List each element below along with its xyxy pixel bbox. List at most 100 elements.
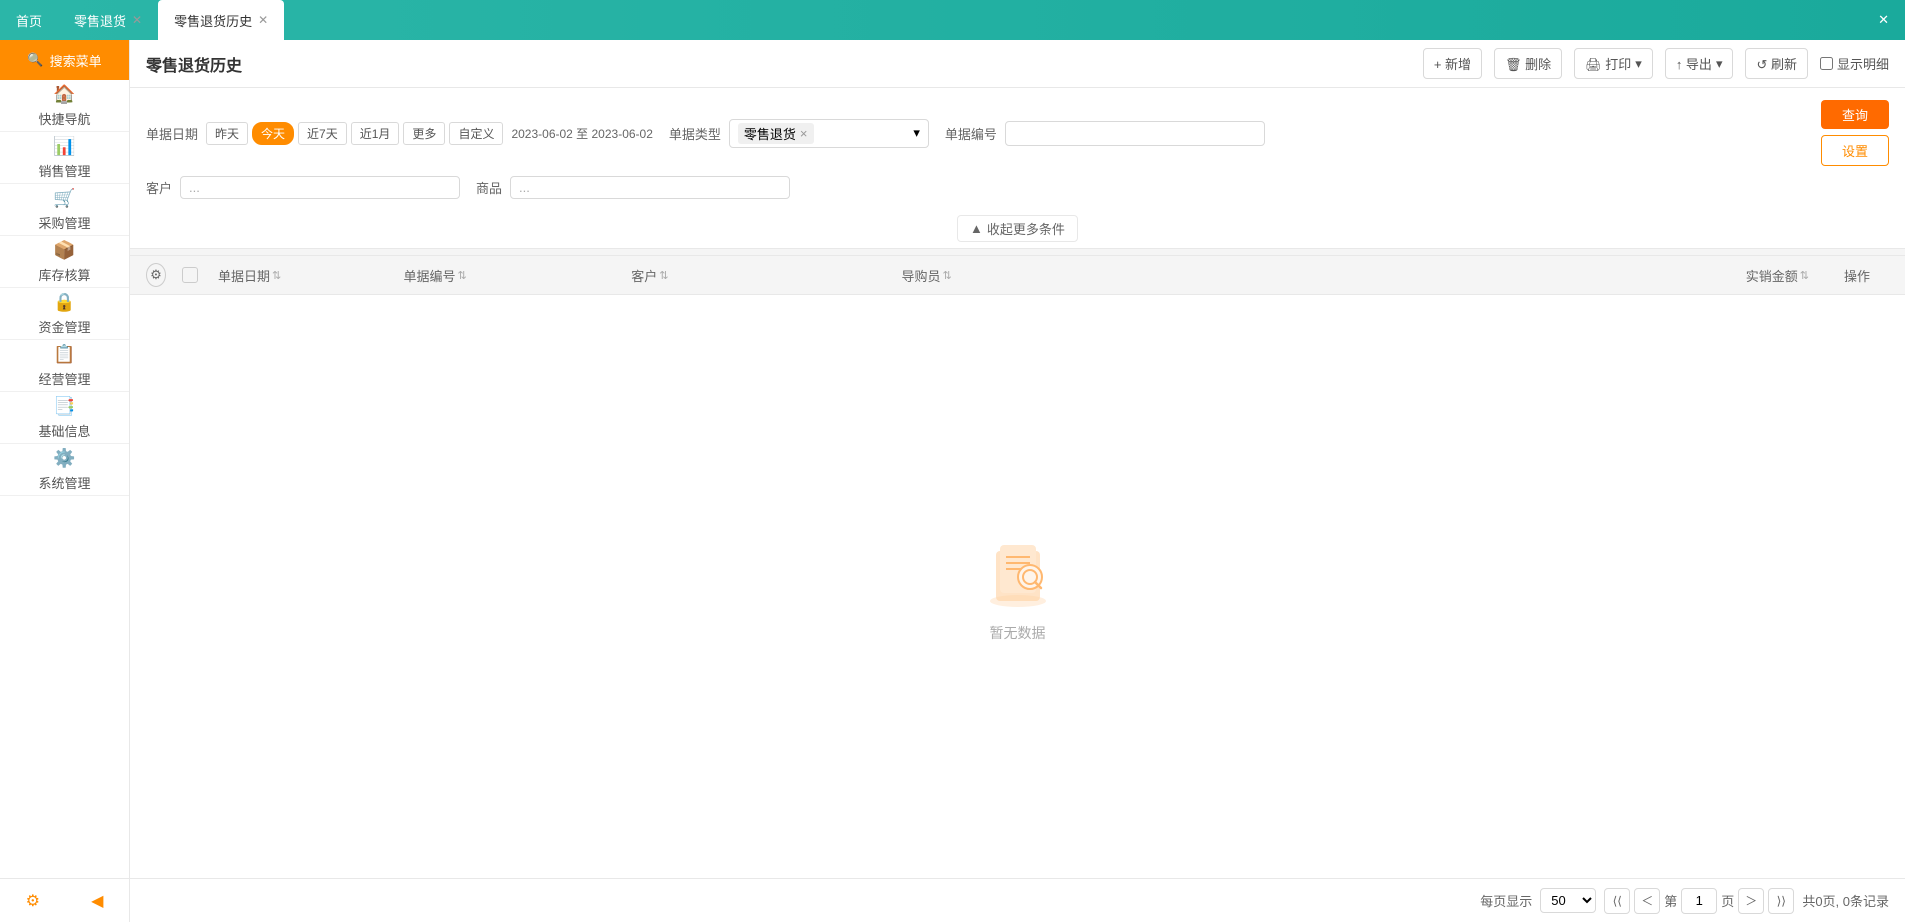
window-close[interactable]: ✕ — [1878, 12, 1905, 28]
query-settings-buttons: 查询 设置 — [1821, 100, 1889, 166]
sidebar-item-system[interactable]: ⚙️ 系统管理 — [0, 444, 129, 496]
page-title: 零售退货历史 — [146, 52, 1423, 76]
collapse-row: ▲ 收起更多条件 — [146, 209, 1889, 248]
sort-no-icon[interactable]: ⇅ — [457, 269, 466, 282]
tab-retail-return-close[interactable]: ✕ — [132, 13, 142, 27]
tab-retail-return-history[interactable]: 零售退货历史 ✕ — [158, 0, 284, 40]
th-no[interactable]: 单据编号 ⇅ — [395, 266, 623, 285]
filter-field-doc-type: 单据类型 零售退货 × ▾ — [669, 119, 929, 148]
purchase-icon: 🛒 — [53, 188, 75, 209]
collapse-icon: ▲ — [970, 221, 983, 236]
filter-row-1: 单据日期 昨天 今天 近7天 近1月 更多 自定义 2023-06-02 至 2… — [146, 100, 1889, 166]
query-button[interactable]: 查询 — [1821, 100, 1889, 129]
print-button[interactable]: 🖨 打印 ▾ — [1574, 48, 1653, 79]
doc-type-label: 单据类型 — [669, 124, 721, 143]
doc-type-select[interactable]: 零售退货 × ▾ — [729, 119, 929, 148]
refresh-button[interactable]: ↺ 刷新 — [1745, 48, 1808, 79]
sidebar-item-finance[interactable]: 🔒 资金管理 — [0, 288, 129, 340]
goods-ellipsis: ... — [519, 180, 530, 195]
sidebar-search-label: 搜索菜单 — [50, 51, 102, 70]
inventory-icon: 📦 — [53, 240, 75, 261]
new-button[interactable]: + 新增 — [1423, 48, 1482, 79]
page-total: 共0页, 0条记录 — [1802, 891, 1889, 910]
delete-button[interactable]: 🗑 删除 — [1494, 48, 1562, 79]
sort-date-icon[interactable]: ⇅ — [272, 269, 281, 282]
sidebar-item-purchase[interactable]: 🛒 采购管理 — [0, 184, 129, 236]
toolbar: + 新增 🗑 删除 🖨 打印 ▾ ↑ 导出 ▾ ↺ 刷新 显示明细 — [1423, 48, 1889, 79]
sidebar-item-operations[interactable]: 📋 经营管理 — [0, 340, 129, 392]
empty-illustration — [978, 531, 1058, 611]
th-date[interactable]: 单据日期 ⇅ — [210, 266, 395, 285]
prev-page-btn[interactable]: ＜ — [1634, 888, 1660, 914]
chevron-down-icon: ▾ — [913, 125, 920, 141]
filter-area: 单据日期 昨天 今天 近7天 近1月 更多 自定义 2023-06-02 至 2… — [130, 88, 1905, 249]
page-input[interactable]: 1 — [1681, 888, 1717, 914]
page-size-select[interactable]: 10 20 50 100 — [1540, 888, 1596, 913]
tab-home[interactable]: 首页 — [0, 0, 58, 40]
tab-retail-return[interactable]: 零售退货 ✕ — [58, 0, 158, 40]
tab-retail-return-history-close[interactable]: ✕ — [258, 13, 268, 27]
date-btn-7days[interactable]: 近7天 — [298, 122, 347, 145]
operations-icon: 📋 — [53, 344, 75, 365]
display-detail-check[interactable]: 显示明细 — [1820, 54, 1889, 73]
goods-select[interactable]: ... — [510, 176, 790, 199]
top-bar: 首页 零售退货 ✕ 零售退货历史 ✕ ✕ — [0, 0, 1905, 40]
sort-guide-icon[interactable]: ⇅ — [942, 269, 951, 282]
search-icon: 🔍 — [27, 52, 43, 68]
filter-field-date: 单据日期 昨天 今天 近7天 近1月 更多 自定义 2023-06-02 至 2… — [146, 122, 653, 145]
basic-info-icon: 📑 — [53, 396, 75, 417]
customer-label: 客户 — [146, 178, 172, 197]
table-header: ⚙ 单据日期 ⇅ 单据编号 ⇅ 客户 ⇅ 导购员 — [130, 255, 1905, 295]
gear-settings-btn[interactable]: ⚙ — [146, 263, 166, 287]
doc-type-tag-remove[interactable]: × — [800, 126, 808, 141]
page-label: 页 — [1721, 891, 1734, 910]
date-btn-1month[interactable]: 近1月 — [351, 122, 400, 145]
content-area: 零售退货历史 + 新增 🗑 删除 🖨 打印 ▾ ↑ 导出 ▾ ↺ 刷新 显示明细 — [130, 40, 1905, 922]
next-page-btn[interactable]: ＞ — [1738, 888, 1764, 914]
date-label: 单据日期 — [146, 124, 198, 143]
sort-amount-icon[interactable]: ⇅ — [1800, 269, 1809, 282]
date-btn-more[interactable]: 更多 — [403, 122, 445, 145]
th-amount[interactable]: 实销金额 ⇅ — [1660, 266, 1817, 285]
sidebar-item-inventory[interactable]: 📦 库存核算 — [0, 236, 129, 288]
display-detail-checkbox[interactable] — [1820, 57, 1833, 70]
export-button[interactable]: ↑ 导出 ▾ — [1665, 48, 1734, 79]
date-btn-custom[interactable]: 自定义 — [449, 122, 503, 145]
system-icon: ⚙️ — [53, 448, 75, 469]
empty-area: 暂无数据 — [130, 295, 1905, 878]
select-all-checkbox[interactable] — [182, 267, 198, 283]
doc-no-label: 单据编号 — [945, 124, 997, 143]
home-icon: 🏠 — [53, 84, 75, 105]
first-page-btn[interactable]: ⟨⟨ — [1604, 888, 1630, 914]
finance-icon: 🔒 — [53, 292, 75, 313]
collapse-button[interactable]: ▲ 收起更多条件 — [957, 215, 1078, 242]
goods-label: 商品 — [476, 178, 502, 197]
th-guide[interactable]: 导购员 ⇅ — [893, 266, 1078, 285]
sort-customer-icon[interactable]: ⇅ — [659, 269, 668, 282]
sidebar-item-basic-info[interactable]: 📑 基础信息 — [0, 392, 129, 444]
sidebar-collapse-btn[interactable]: ◀ — [91, 891, 103, 911]
date-btn-today[interactable]: 今天 — [252, 122, 294, 145]
th-check — [174, 267, 210, 283]
page-header: 零售退货历史 + 新增 🗑 删除 🖨 打印 ▾ ↑ 导出 ▾ ↺ 刷新 显示明细 — [130, 40, 1905, 88]
doc-type-tag: 零售退货 × — [738, 123, 814, 144]
date-range-display: 2023-06-02 至 2023-06-02 — [511, 125, 652, 142]
doc-no-input[interactable] — [1005, 121, 1265, 146]
empty-text: 暂无数据 — [990, 623, 1046, 643]
sidebar-item-quick-nav[interactable]: 🏠 快捷导航 — [0, 80, 129, 132]
sidebar-item-label: 销售管理 — [38, 161, 90, 180]
last-page-btn[interactable]: ⟩⟩ — [1768, 888, 1794, 914]
customer-select[interactable]: ... — [180, 176, 460, 199]
sidebar-search[interactable]: 🔍 搜索菜单 — [0, 40, 129, 80]
sidebar-settings-btn[interactable]: ⚙ — [26, 891, 40, 911]
th-customer[interactable]: 客户 ⇅ — [623, 266, 893, 285]
table-area: ⚙ 单据日期 ⇅ 单据编号 ⇅ 客户 ⇅ 导购员 — [130, 255, 1905, 878]
filter-field-goods: 商品 ... — [476, 176, 790, 199]
sidebar-item-sales[interactable]: 📊 销售管理 — [0, 132, 129, 184]
filter-field-customer: 客户 ... — [146, 176, 460, 199]
sales-icon: 📊 — [53, 136, 75, 157]
date-btn-yesterday[interactable]: 昨天 — [206, 122, 248, 145]
sidebar-bottom: ⚙ ◀ — [0, 878, 129, 922]
page-di-label: 第 — [1664, 891, 1677, 910]
settings-button[interactable]: 设置 — [1821, 135, 1889, 166]
